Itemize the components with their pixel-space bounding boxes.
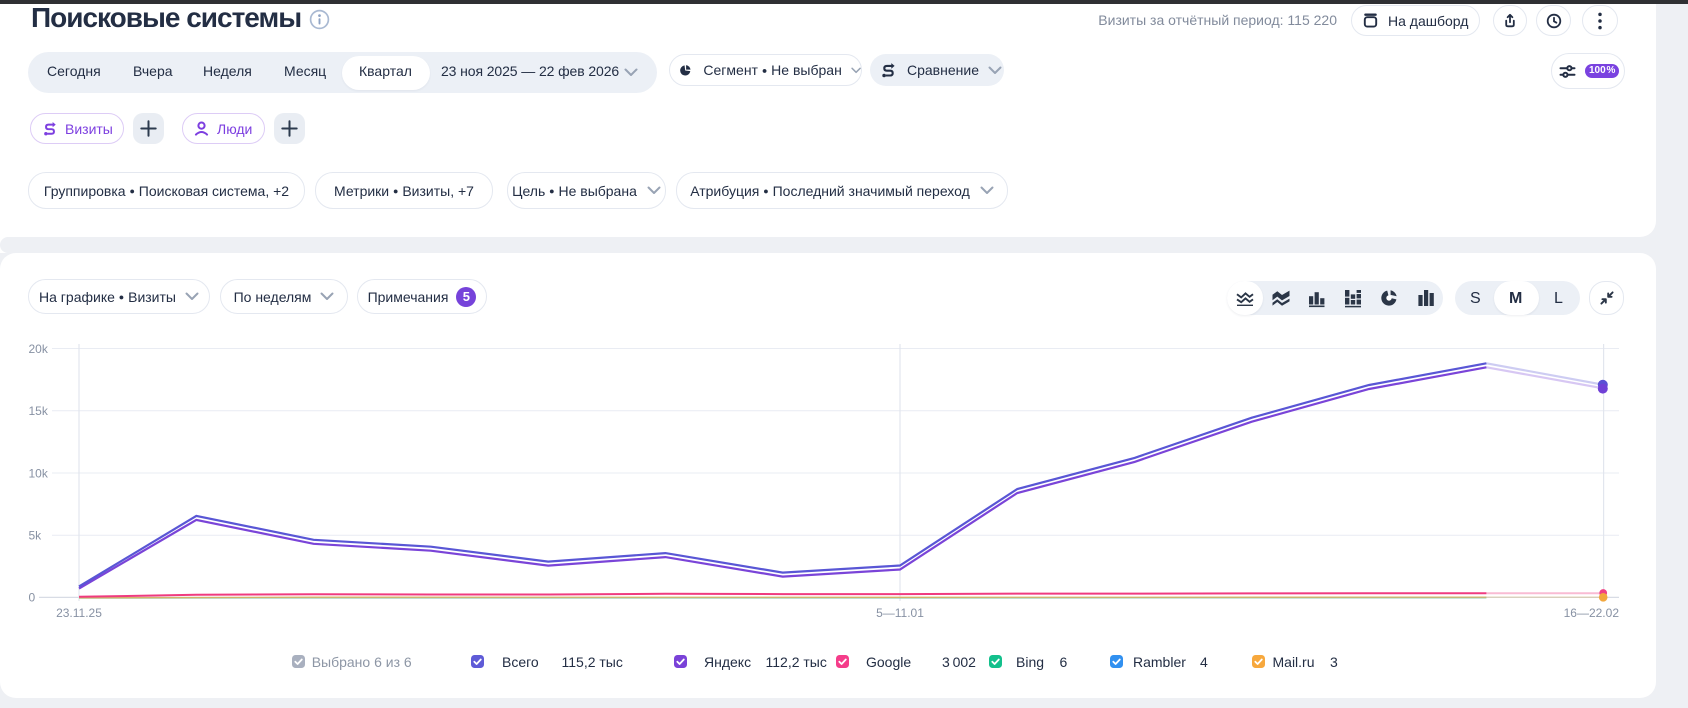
svg-text:0: 0 (29, 591, 36, 605)
svg-text:20k: 20k (29, 342, 49, 356)
svg-text:5—11.01: 5—11.01 (876, 606, 924, 620)
svg-text:15k: 15k (29, 404, 49, 418)
svg-text:10k: 10k (29, 466, 49, 480)
svg-text:23.11.25: 23.11.25 (56, 606, 102, 620)
svg-text:5k: 5k (29, 529, 43, 543)
svg-text:16—22.02: 16—22.02 (1564, 606, 1620, 620)
